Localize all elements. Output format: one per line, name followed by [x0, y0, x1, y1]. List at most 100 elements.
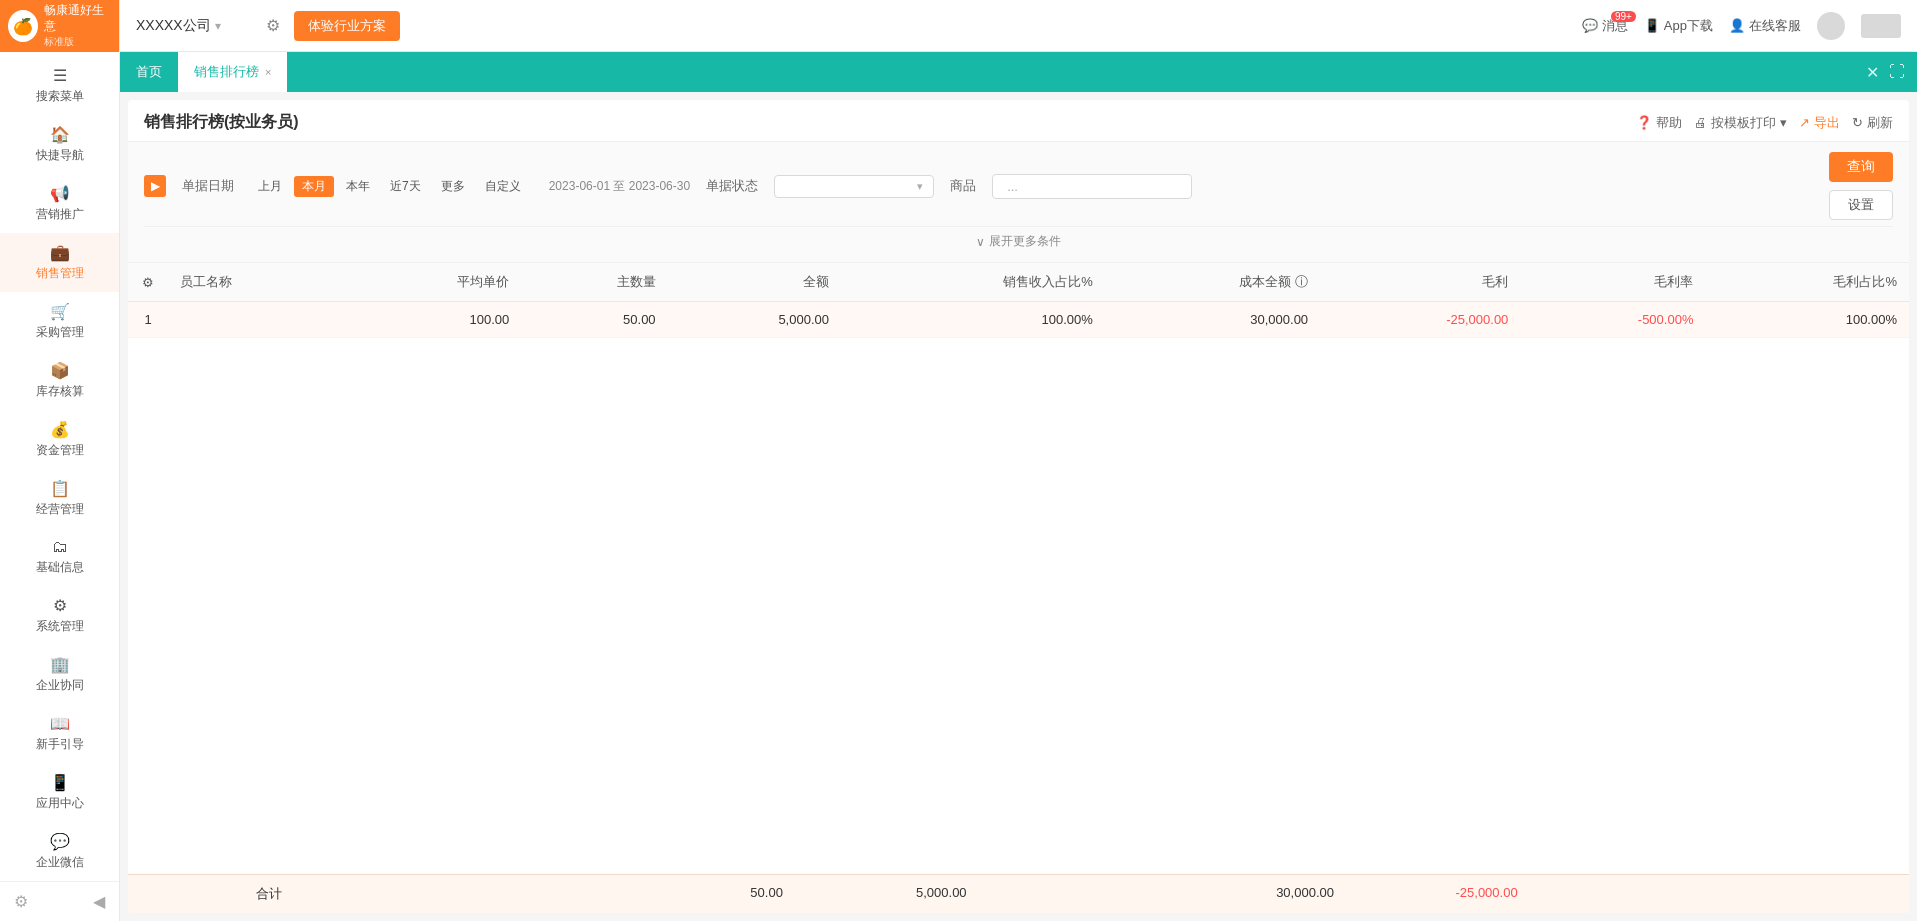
logo-icon: 🍊 [8, 10, 38, 42]
sidebar-item-marketing[interactable]: 📢 营销推广 [0, 174, 119, 233]
avatar[interactable] [1817, 12, 1845, 40]
sidebar-item-guide[interactable]: 📖 新手引导 [0, 704, 119, 763]
purchase-icon: 🛒 [50, 302, 70, 321]
cell-gross-pct: 100.00% [1705, 302, 1909, 338]
status-select[interactable]: ▾ [774, 175, 934, 198]
system-icon: ⚙ [53, 596, 67, 615]
page-actions: ❓ 帮助 🖨 按模板打印 ▾ ↗ 导出 ↻ 刷新 [1636, 114, 1893, 132]
sidebar-item-search[interactable]: ☰ 搜索菜单 [0, 56, 119, 115]
expand-more-bar[interactable]: ∨ 展开更多条件 [144, 226, 1893, 256]
print-button[interactable]: 🖨 按模板打印 ▾ [1694, 114, 1787, 132]
date-tab-this-month[interactable]: 本月 [294, 176, 334, 197]
footer-qty: 50.00 [611, 885, 795, 903]
refresh-button[interactable]: ↻ 刷新 [1852, 114, 1893, 132]
sidebar-item-sales[interactable]: 💼 销售管理 [0, 233, 119, 292]
footer-gross-rate [1530, 885, 1714, 903]
sidebar-item-wechat[interactable]: 💬 企业微信 [0, 822, 119, 881]
export-button[interactable]: ↗ 导出 [1799, 114, 1840, 132]
company-selector[interactable]: XXXXX公司 ▾ [136, 17, 256, 35]
finance-icon: 💰 [50, 420, 70, 439]
expand-more-label: 展开更多条件 [989, 233, 1061, 250]
message-item[interactable]: 💬 消息 99+ [1582, 17, 1628, 35]
date-tab-custom[interactable]: 自定义 [477, 176, 529, 197]
topbar-settings-icon[interactable]: ⚙ [266, 16, 280, 35]
cell-amount: 5,000.00 [668, 302, 841, 338]
online-service-item[interactable]: 👤 在线客服 [1729, 17, 1801, 35]
cell-name [168, 302, 345, 338]
query-button[interactable]: 查询 [1829, 152, 1893, 182]
window-close-icon[interactable]: ✕ [1866, 63, 1879, 82]
sidebar-item-label: 销售管理 [36, 265, 84, 282]
filter-toggle-icon[interactable]: ▶ [144, 175, 166, 197]
sidebar-item-inventory[interactable]: 📦 库存核算 [0, 351, 119, 410]
sidebar-item-apps[interactable]: 📱 应用中心 [0, 763, 119, 822]
sidebar-item-label: 搜索菜单 [36, 88, 84, 105]
sidebar-item-basic-info[interactable]: 🗂 基础信息 [0, 528, 119, 586]
marketing-icon: 📢 [50, 184, 70, 203]
sidebar-item-label: 经营管理 [36, 501, 84, 518]
date-tab-more[interactable]: 更多 [433, 176, 473, 197]
basic-info-icon: 🗂 [52, 538, 68, 556]
status-chevron-icon: ▾ [917, 180, 923, 193]
trial-button[interactable]: 体验行业方案 [294, 11, 400, 41]
help-button[interactable]: ❓ 帮助 [1636, 114, 1682, 132]
data-table: ⚙ 员工名称 平均单价 主数量 全额 销售收入占比% 成本全额 ⓘ 毛利 毛利率… [128, 263, 1909, 338]
sidebar-item-label: 采购管理 [36, 324, 84, 341]
guide-icon: 📖 [50, 714, 70, 733]
col-avg-price: 平均单价 [345, 263, 522, 302]
tabbar: 首页 销售排行榜 × ✕ ⛶ [120, 52, 1917, 92]
tabbar-actions: ✕ ⛶ [1854, 63, 1917, 82]
settings-button[interactable]: 设置 [1829, 190, 1893, 220]
sidebar-item-purchase[interactable]: 🛒 采购管理 [0, 292, 119, 351]
window-expand-icon[interactable]: ⛶ [1889, 63, 1905, 81]
col-amount: 全额 [668, 263, 841, 302]
col-settings[interactable]: ⚙ [128, 263, 168, 302]
apps-icon: 📱 [50, 773, 70, 792]
logo-sub: 标准版 [44, 35, 111, 49]
inventory-icon: 📦 [50, 361, 70, 380]
chevron-down-icon: ∨ [976, 235, 985, 249]
cell-sales-pct: 100.00% [841, 302, 1105, 338]
sidebar-item-label: 新手引导 [36, 736, 84, 753]
message-badge: 99+ [1611, 11, 1636, 22]
sidebar-logo: 🍊 畅康通好生意 标准版 [0, 0, 119, 52]
col-gross: 毛利 [1320, 263, 1520, 302]
logo-name: 畅康通好生意 [44, 3, 111, 34]
tab-sales-ranking[interactable]: 销售排行榜 × [178, 52, 287, 92]
collapse-icon[interactable]: ◀ [93, 892, 105, 911]
app-download-label: App下载 [1664, 17, 1713, 35]
date-tab-last-month[interactable]: 上月 [250, 176, 290, 197]
date-tabs: 上月 本月 本年 近7天 更多 自定义 [250, 176, 529, 197]
date-label: 单据日期 [182, 177, 234, 195]
table-area: ⚙ 员工名称 平均单价 主数量 全额 销售收入占比% 成本全额 ⓘ 毛利 毛利率… [128, 263, 1909, 874]
app-download-item[interactable]: 📱 App下载 [1644, 17, 1713, 35]
sidebar-item-label: 快捷导航 [36, 147, 84, 164]
table-row: 1 100.00 50.00 5,000.00 100.00% 30,000.0… [128, 302, 1909, 338]
page-wrapper: 销售排行榜(按业务员) ❓ 帮助 🖨 按模板打印 ▾ ↗ 导出 [128, 100, 1909, 913]
date-tab-7days[interactable]: 近7天 [382, 176, 429, 197]
sidebar-item-operations[interactable]: 📋 经营管理 [0, 469, 119, 528]
sidebar-item-label: 企业协同 [36, 677, 84, 694]
sidebar-item-quick-nav[interactable]: 🏠 快捷导航 [0, 115, 119, 174]
footer-total-label: 合计 [244, 885, 428, 903]
tab-home-label: 首页 [136, 63, 162, 81]
query-settings-area: 查询 设置 [1829, 152, 1893, 220]
sidebar-item-system[interactable]: ⚙ 系统管理 [0, 586, 119, 645]
col-qty: 主数量 [521, 263, 667, 302]
sidebar-item-label: 应用中心 [36, 795, 84, 812]
tab-close-icon[interactable]: × [265, 66, 271, 78]
col-cost: 成本全额 ⓘ [1105, 263, 1320, 302]
sidebar: 🍊 畅康通好生意 标准版 ☰ 搜索菜单 🏠 快捷导航 📢 营销推广 💼 销售管理… [0, 0, 120, 921]
date-tab-this-year[interactable]: 本年 [338, 176, 378, 197]
goods-select[interactable]: ... [992, 174, 1192, 199]
footer-label [140, 885, 244, 903]
tab-home[interactable]: 首页 [120, 52, 178, 92]
settings-icon[interactable]: ⚙ [14, 892, 28, 911]
sidebar-item-finance[interactable]: 💰 资金管理 [0, 410, 119, 469]
message-icon: 💬 [1582, 18, 1598, 33]
page-title: 销售排行榜(按业务员) [144, 112, 299, 133]
operations-icon: 📋 [50, 479, 70, 498]
sidebar-item-enterprise[interactable]: 🏢 企业协同 [0, 645, 119, 704]
footer-cost: 30,000.00 [1162, 885, 1346, 903]
search-menu-icon: ☰ [53, 66, 67, 85]
